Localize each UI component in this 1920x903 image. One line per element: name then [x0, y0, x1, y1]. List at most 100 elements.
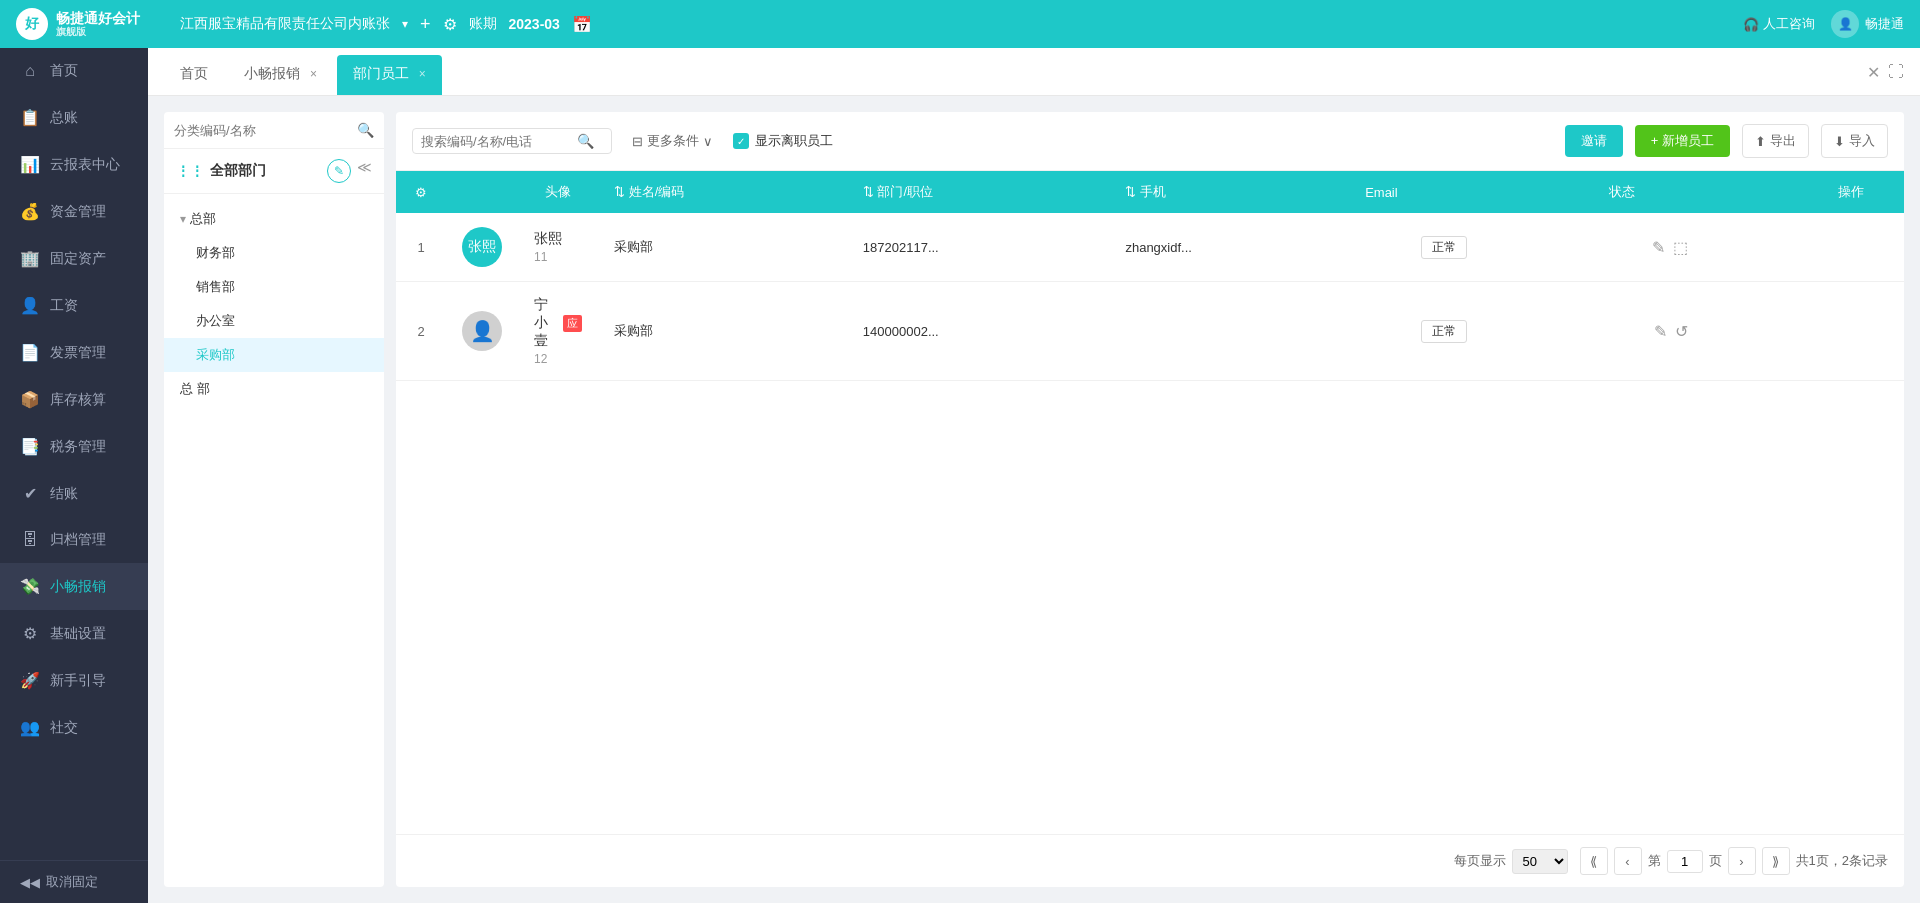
consultant-btn[interactable]: 🎧 人工咨询	[1743, 15, 1815, 33]
export-btn[interactable]: ⬆ 导出	[1742, 124, 1809, 158]
dept-edit-btn[interactable]: ✎	[327, 159, 351, 183]
user-area[interactable]: 👤 畅捷通	[1831, 10, 1904, 38]
dept-node-finance[interactable]: 财务部	[164, 236, 384, 270]
headset-icon: 🎧	[1743, 17, 1759, 32]
sidebar-item-salary[interactable]: 👤 工资	[0, 282, 148, 329]
dept-search-bar: 🔍	[164, 112, 384, 149]
sidebar-item-checkout[interactable]: ✔ 结账	[0, 470, 148, 517]
last-page-btn[interactable]: ⟫	[1762, 847, 1790, 875]
show-resigned-toggle[interactable]: ✓ 显示离职员工	[733, 132, 833, 150]
col-dept[interactable]: ⇅ 部门/职位	[847, 171, 1110, 213]
logo-text: 畅捷通好会计 旗舰版	[56, 10, 140, 39]
checkout-icon: ✔	[20, 484, 40, 503]
sidebar-item-funds[interactable]: 💰 资金管理	[0, 188, 148, 235]
sidebar-item-assets[interactable]: 🏢 固定资产	[0, 235, 148, 282]
dept-node-sales[interactable]: 销售部	[164, 270, 384, 304]
settings-icon[interactable]: ⚙	[443, 15, 457, 34]
add-employee-btn[interactable]: + 新增员工	[1635, 125, 1730, 157]
sidebar-item-colleagues[interactable]: 👥 社交	[0, 704, 148, 751]
sidebar-item-invoice[interactable]: 📄 发票管理	[0, 329, 148, 376]
actions-cell-2: ✎ ↺	[1539, 282, 1704, 381]
import-btn[interactable]: ⬇ 导入	[1821, 124, 1888, 158]
assets-icon: 🏢	[20, 249, 40, 268]
employee-search-icon[interactable]: 🔍	[577, 133, 594, 149]
sidebar-label-funds: 资金管理	[50, 203, 106, 221]
col-settings[interactable]: ⚙	[396, 171, 446, 213]
sort-icon: ⇅	[614, 184, 625, 199]
col-name[interactable]: ⇅ 姓名/编码	[598, 171, 847, 213]
tab-home[interactable]: 首页	[164, 55, 224, 95]
dept-node-purchasing[interactable]: 采购部	[164, 338, 384, 372]
dept-node-hq2[interactable]: 总 部	[164, 372, 384, 406]
basic-settings-icon: ⚙	[20, 624, 40, 643]
period-label: 账期	[469, 15, 497, 33]
page-size-selector: 每页显示 50 100 200	[1454, 849, 1568, 874]
company-dropdown-btn[interactable]: ▾	[402, 17, 408, 31]
sidebar-item-reports[interactable]: 📊 云报表中心	[0, 141, 148, 188]
edit-btn-2[interactable]: ✎	[1654, 322, 1667, 341]
total-records-label: 共1页，2条记录	[1796, 852, 1888, 870]
tab-department[interactable]: 部门员工 ×	[337, 55, 442, 95]
employee-search-input[interactable]	[421, 134, 571, 149]
table-row: 2 👤 宁小壹	[396, 282, 1904, 381]
dept-node-office[interactable]: 办公室	[164, 304, 384, 338]
sidebar-item-inventory[interactable]: 📦 库存核算	[0, 376, 148, 423]
period-value[interactable]: 2023-03	[509, 16, 560, 32]
dept-node-hq[interactable]: ▾ 总部	[164, 202, 384, 236]
phone-cell-1: 187202117...	[847, 213, 1110, 282]
sidebar-item-tax[interactable]: 📑 税务管理	[0, 423, 148, 470]
sidebar-item-expense[interactable]: 💸 小畅报销	[0, 563, 148, 610]
sidebar-label-invoice: 发票管理	[50, 344, 106, 362]
sidebar-item-settings[interactable]: ⚙ 基础设置	[0, 610, 148, 657]
avatar-cell-2: 👤	[446, 282, 518, 381]
dept-collapse-btn[interactable]: ≪	[357, 159, 372, 183]
sidebar-unpin-btn[interactable]: ◀◀ 取消固定	[0, 860, 148, 903]
logout-btn-1[interactable]: ⬚	[1673, 238, 1688, 257]
sidebar-label-guide: 新手引导	[50, 672, 106, 690]
sidebar-item-guide[interactable]: 🚀 新手引导	[0, 657, 148, 704]
row-index-1: 1	[396, 213, 446, 282]
status-badge-1: 正常	[1421, 236, 1467, 259]
invoice-icon: 📄	[20, 343, 40, 362]
dept-search-icon[interactable]: 🔍	[357, 122, 374, 138]
tab-expense-close[interactable]: ×	[310, 67, 317, 81]
col-actions: 操作	[1704, 171, 1904, 213]
sidebar-label-tax: 税务管理	[50, 438, 106, 456]
sidebar-item-ledger[interactable]: 📋 总账	[0, 94, 148, 141]
sidebar-label-expense: 小畅报销	[50, 578, 106, 596]
tab-department-close[interactable]: ×	[419, 67, 426, 81]
show-resigned-checkbox[interactable]: ✓	[733, 133, 749, 149]
name-cell-1: 张熙 11	[518, 213, 598, 282]
edit-btn-1[interactable]: ✎	[1652, 238, 1665, 257]
unpin-icon: ◀◀	[20, 875, 40, 890]
sidebar-item-archive[interactable]: 🗄 归档管理	[0, 517, 148, 563]
page-navigation: ⟪ ‹ 第 页 › ⟫ 共1页，2条记录	[1580, 847, 1888, 875]
restore-btn-2[interactable]: ↺	[1675, 322, 1688, 341]
phone-sort-icon: ⇅	[1125, 184, 1136, 199]
page-content: 🔍 ⋮⋮ 全部部门 ✎ ≪ ▾ 总部	[148, 96, 1920, 903]
more-filter-btn[interactable]: ⊟ 更多条件 ∨	[624, 128, 721, 154]
grid-icon: ⋮⋮	[176, 163, 204, 179]
col-phone[interactable]: ⇅ 手机	[1109, 171, 1349, 213]
invite-btn[interactable]: 邀请	[1565, 125, 1623, 157]
inventory-icon: 📦	[20, 390, 40, 409]
tab-expand-btn[interactable]: ⛶	[1888, 62, 1904, 81]
dept-toggle-hq: ▾	[180, 212, 186, 226]
col-avatar: 头像	[518, 171, 598, 213]
salary-icon: 👤	[20, 296, 40, 315]
employee-search-bar: 🔍	[412, 128, 612, 154]
tab-expense[interactable]: 小畅报销 ×	[228, 55, 333, 95]
tab-close-all-btn[interactable]: ✕	[1867, 62, 1880, 81]
prev-page-btn[interactable]: ‹	[1614, 847, 1642, 875]
dept-cell-1: 采购部	[598, 213, 847, 282]
add-account-btn[interactable]: +	[420, 14, 431, 35]
dept-search-input[interactable]	[174, 123, 357, 138]
page-size-select[interactable]: 50 100 200	[1512, 849, 1568, 874]
calendar-icon[interactable]: 📅	[572, 15, 592, 34]
avatar-cell-1: 张熙	[446, 213, 518, 282]
col-index	[446, 171, 518, 213]
first-page-btn[interactable]: ⟪	[1580, 847, 1608, 875]
page-number-input[interactable]	[1667, 850, 1703, 873]
sidebar-item-home[interactable]: ⌂ 首页	[0, 48, 148, 94]
next-page-btn[interactable]: ›	[1728, 847, 1756, 875]
